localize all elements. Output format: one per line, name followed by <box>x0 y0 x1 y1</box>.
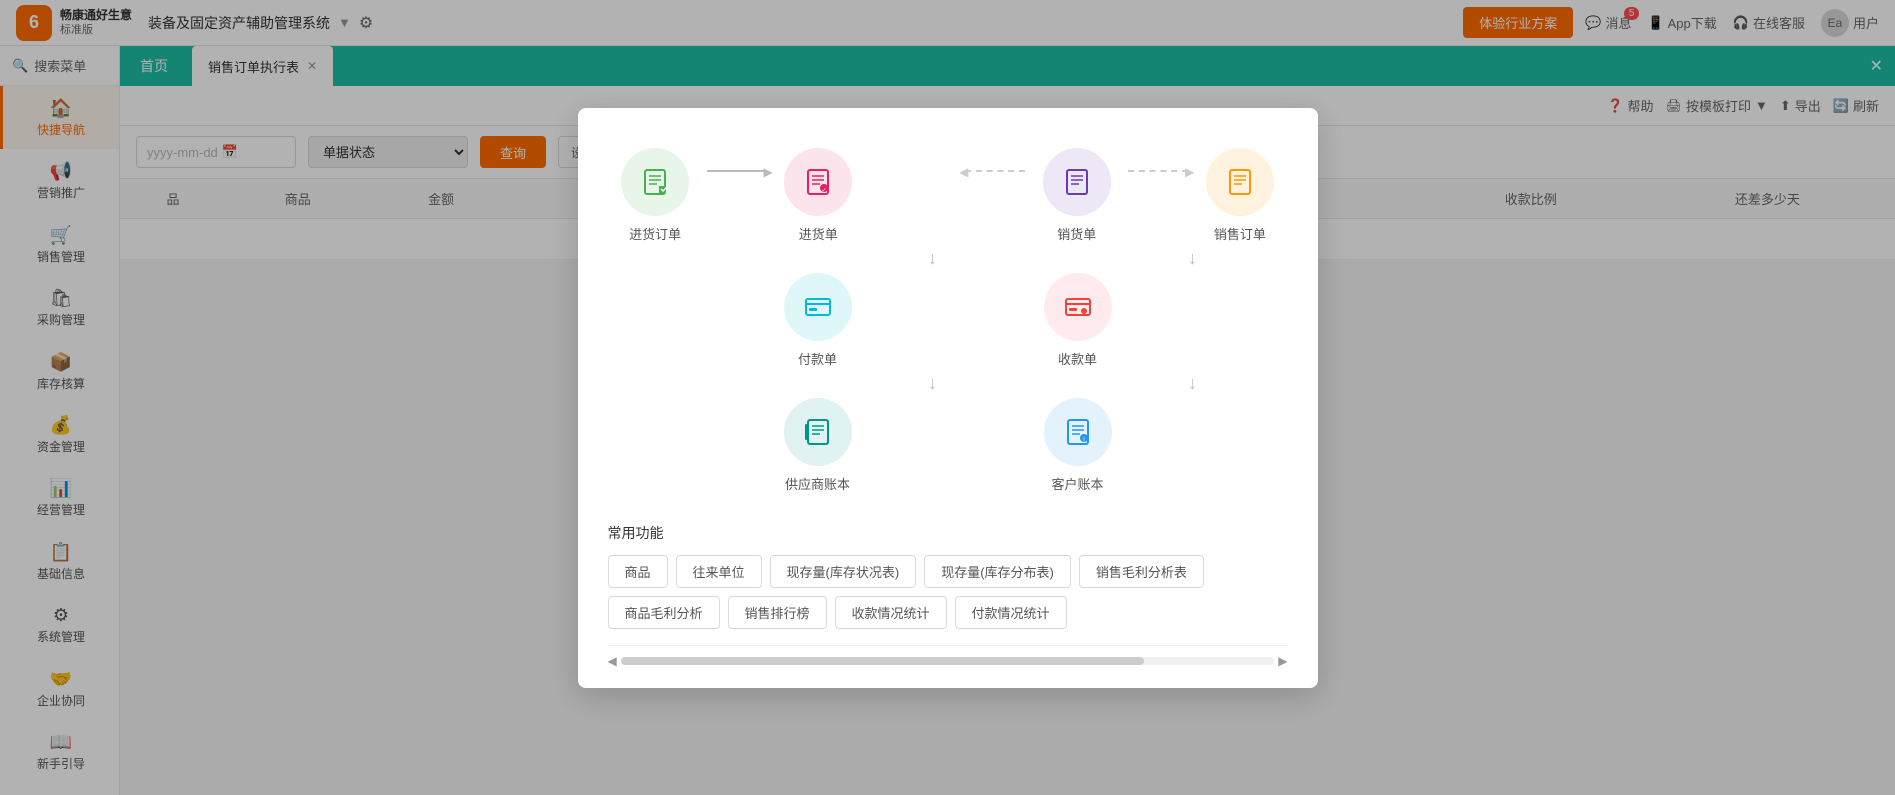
arrows-row-3: ↓ ↓ <box>608 368 1288 398</box>
func-btn-receipt-stats[interactable]: 收款情况统计 <box>835 596 947 629</box>
func-btn-sales-ranking[interactable]: 销售排行榜 <box>728 596 827 629</box>
flow-row-2: 付款单 收款单 <box>608 273 1288 368</box>
common-functions: 常用功能 商品 往来单位 现存量(库存状况表) 现存量(库存分布表) 销售毛利分… <box>608 523 1288 629</box>
payment-icon <box>784 273 852 341</box>
customer-ledger-label: 客户账本 <box>1051 474 1103 493</box>
flow-row-1: 进货订单 ▶ ✓ 进货单 <box>608 148 1288 243</box>
receipt-icon <box>1044 273 1112 341</box>
flow-node-receipt: 收款单 <box>1013 273 1143 368</box>
payment-label: 付款单 <box>798 349 837 368</box>
scroll-right-icon[interactable]: ▶ <box>1278 654 1287 668</box>
func-buttons: 商品 往来单位 现存量(库存状况表) 现存量(库存分布表) 销售毛利分析表 商品… <box>608 555 1288 629</box>
sale-bill-icon <box>1043 148 1111 216</box>
svg-text:✓: ✓ <box>822 188 827 194</box>
flow-node-supplier-ledger: 供应商账本 <box>753 398 883 493</box>
flow-node-purchase-order: 进货订单 <box>608 148 703 243</box>
flow-node-customer-ledger: i 客户账本 <box>1013 398 1143 493</box>
modal-overlay[interactable]: 进货订单 ▶ ✓ 进货单 <box>0 0 1895 795</box>
scroll-thumb <box>621 657 1144 665</box>
common-functions-title: 常用功能 <box>608 523 1288 543</box>
purchase-bill-label: 进货单 <box>799 224 838 243</box>
flow-diagram: 进货订单 ▶ ✓ 进货单 <box>608 138 1288 513</box>
flow-node-sale-bill: 销货单 <box>1029 148 1124 243</box>
modal: 进货订单 ▶ ✓ 进货单 <box>578 108 1318 688</box>
func-btn-product[interactable]: 商品 <box>608 555 668 588</box>
scroll-track[interactable] <box>621 657 1275 665</box>
receipt-label: 收款单 <box>1058 349 1097 368</box>
sale-bill-label: 销货单 <box>1057 224 1096 243</box>
purchase-bill-icon: ✓ <box>784 148 852 216</box>
flow-node-purchase-bill: ✓ 进货单 <box>771 148 866 243</box>
flow-node-sale-order: 销售订单 <box>1192 148 1287 243</box>
supplier-ledger-label: 供应商账本 <box>785 474 850 493</box>
func-btn-counterparty[interactable]: 往来单位 <box>676 555 762 588</box>
customer-ledger-icon: i <box>1044 398 1112 466</box>
scroll-left-icon[interactable]: ◀ <box>608 654 617 668</box>
arrows-row-2: ↓ ↓ <box>608 243 1288 273</box>
func-btn-sales-margin[interactable]: 销售毛利分析表 <box>1079 555 1204 588</box>
purchase-order-icon <box>621 148 689 216</box>
sale-order-icon <box>1206 148 1274 216</box>
purchase-order-label: 进货订单 <box>629 224 681 243</box>
func-btn-payment-stats[interactable]: 付款情况统计 <box>955 596 1067 629</box>
flow-row-3: 供应商账本 i 客户账本 <box>608 398 1288 493</box>
func-btn-stock-dist[interactable]: 现存量(库存分布表) <box>924 555 1071 588</box>
func-btn-product-margin[interactable]: 商品毛利分析 <box>608 596 720 629</box>
sale-order-label: 销售订单 <box>1214 224 1266 243</box>
modal-scrollbar: ◀ ▶ <box>608 645 1288 668</box>
supplier-ledger-icon <box>784 398 852 466</box>
func-btn-stock-status[interactable]: 现存量(库存状况表) <box>770 555 917 588</box>
svg-text:i: i <box>1083 437 1084 443</box>
flow-node-payment: 付款单 <box>753 273 883 368</box>
